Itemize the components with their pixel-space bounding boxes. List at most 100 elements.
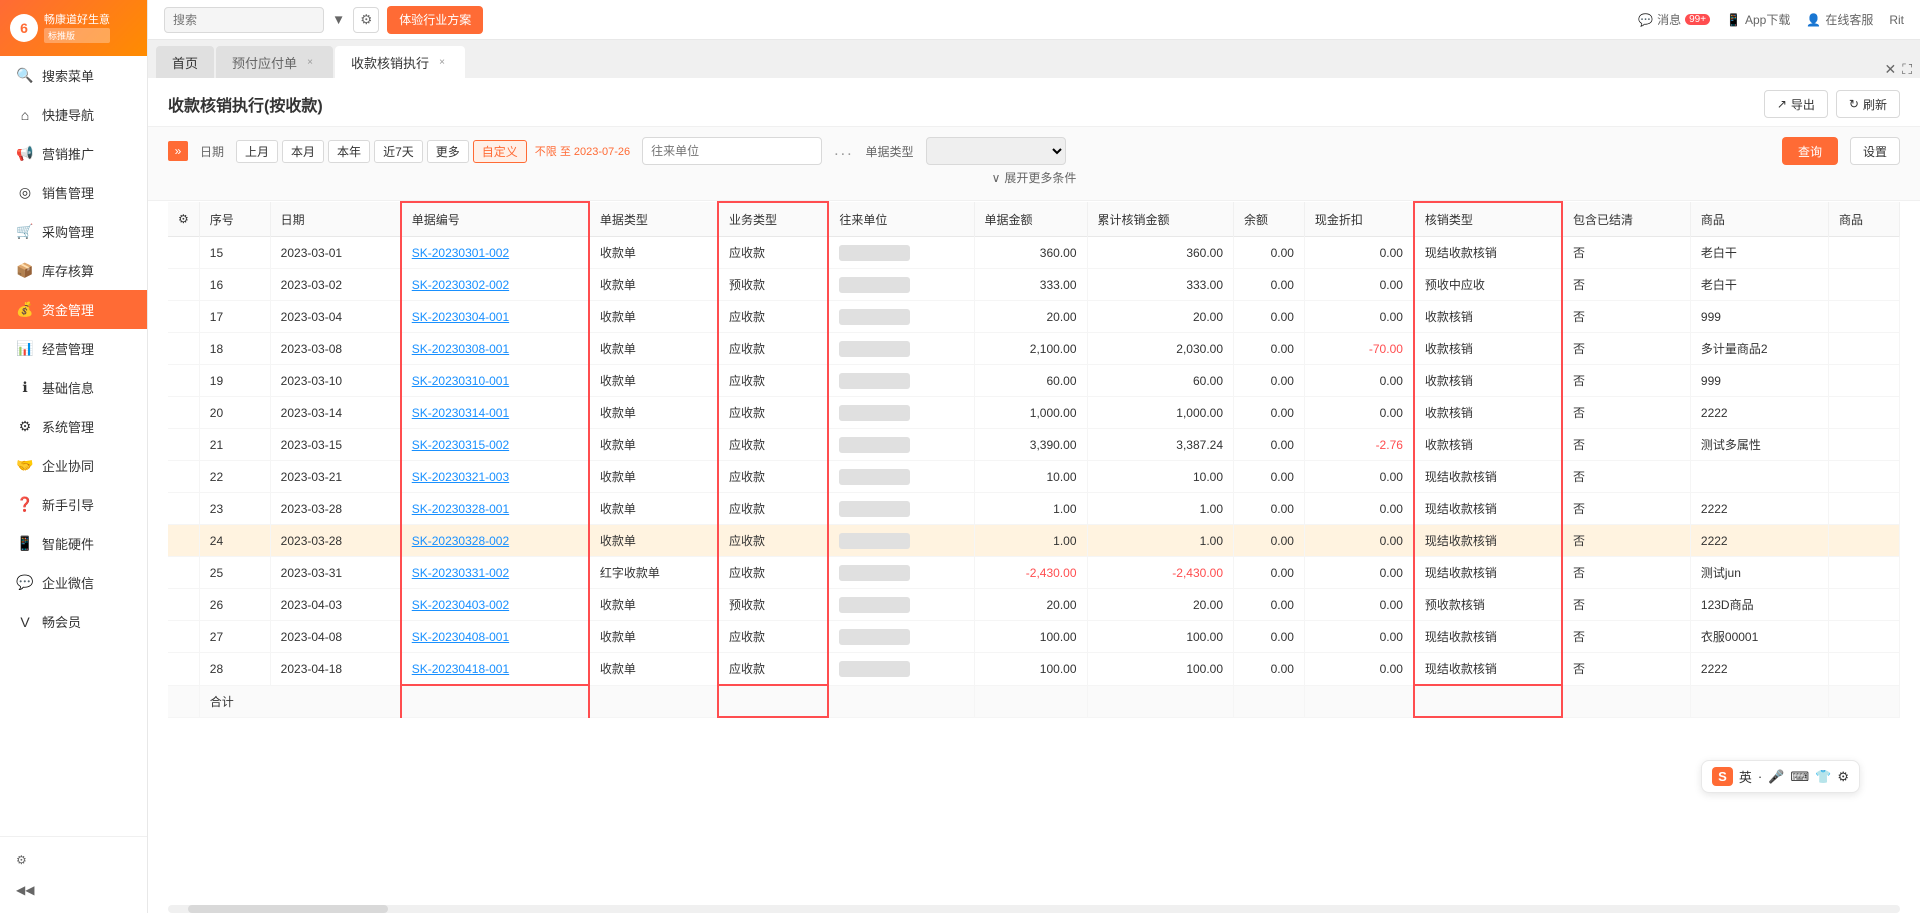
sidebar-item-hardware[interactable]: 📱智能硬件 [0, 524, 147, 563]
sidebar-item-wechat[interactable]: 💬企业微信 [0, 563, 147, 602]
tab-preapply[interactable]: 预付应付单 × [216, 46, 333, 78]
bill-no-link[interactable]: SK-20230308-001 [412, 342, 509, 356]
bill-no-link[interactable]: SK-20230331-002 [412, 566, 509, 580]
cell-balance: 0.00 [1234, 333, 1305, 365]
basics-icon: ℹ [16, 379, 34, 396]
sidebar-item-search[interactable]: 🔍搜索菜单 [0, 56, 147, 95]
footer-amount [974, 685, 1087, 717]
user-info[interactable]: Rit [1889, 13, 1904, 27]
tab-home[interactable]: 首页 [156, 46, 214, 78]
bill-no-link[interactable]: SK-20230403-002 [412, 598, 509, 612]
cell-bill-no: SK-20230331-002 [401, 557, 589, 589]
bill-no-link[interactable]: SK-20230408-001 [412, 630, 509, 644]
unit-filter-more-btn[interactable]: ... [834, 142, 853, 160]
gear-icon: ⚙ [360, 12, 372, 28]
expand-btn[interactable]: ∨ 展开更多条件 [992, 169, 1077, 186]
cell-amount: 3,390.00 [974, 429, 1087, 461]
bill-no-link[interactable]: SK-20230328-002 [412, 534, 509, 548]
sidebar-item-purchase[interactable]: 🛒采购管理 [0, 212, 147, 251]
topbar-gear-btn[interactable]: ⚙ [353, 7, 379, 33]
cell-bill-no: SK-20230315-002 [401, 429, 589, 461]
bill-no-link[interactable]: SK-20230310-001 [412, 374, 509, 388]
sidebar-settings-btn[interactable]: ⚙ [0, 845, 147, 875]
sidebar-item-label: 企业微信 [42, 573, 94, 592]
maximize-btn[interactable]: ⛶ [1902, 61, 1912, 78]
date-btn-7days[interactable]: 近7天 [374, 140, 423, 163]
content-area: 收款核销执行(按收款) ↗ 导出 ↻ 刷新 » 日期 上月 本月 [148, 78, 1920, 913]
bill-no-link[interactable]: SK-20230302-002 [412, 278, 509, 292]
th-gear[interactable]: ⚙ [168, 202, 199, 237]
date-btn-lastmonth[interactable]: 上月 [236, 140, 278, 163]
scrollbar-thumb[interactable] [188, 905, 388, 913]
table-row: 21 2023-03-15 SK-20230315-002 收款单 应收款 ██… [168, 429, 1900, 461]
bill-no-link[interactable]: SK-20230304-001 [412, 310, 509, 324]
query-btn[interactable]: 查询 [1782, 137, 1838, 165]
sidebar-item-inventory[interactable]: 📦库存核算 [0, 251, 147, 290]
sidebar-item-finance[interactable]: 💰资金管理 [0, 290, 147, 329]
sidebar-item-system[interactable]: ⚙系统管理 [0, 407, 147, 446]
bill-no-link[interactable]: SK-20230315-002 [412, 438, 509, 452]
sidebar-collapse-btn[interactable]: ◀◀ [0, 875, 147, 905]
cell-goods2 [1829, 301, 1900, 333]
cell-date: 2023-03-10 [270, 365, 401, 397]
unit-filter-input[interactable] [642, 137, 822, 165]
cell-date: 2023-03-14 [270, 397, 401, 429]
date-btn-thisyear[interactable]: 本年 [328, 140, 370, 163]
th-goods2: 商品 [1829, 202, 1900, 237]
service-icon: 👤 [1806, 13, 1821, 27]
sidebar-item-quicknav[interactable]: ⌂快捷导航 [0, 95, 147, 134]
topbar-dropdown-btn[interactable]: ▼ [332, 7, 345, 33]
sidebar-item-enterprise[interactable]: 🤝企业协同 [0, 446, 147, 485]
topbar-search-input[interactable] [164, 7, 324, 33]
date-btn-more[interactable]: 更多 [427, 140, 469, 163]
bill-no-link[interactable]: SK-20230301-002 [412, 246, 509, 260]
cell-no: 19 [199, 365, 270, 397]
horizontal-scrollbar[interactable] [168, 905, 1900, 913]
sidebar-item-basics[interactable]: ℹ基础信息 [0, 368, 147, 407]
tab-collection-close[interactable]: × [435, 55, 449, 69]
app-download-btn[interactable]: 📱 App下载 [1726, 11, 1790, 28]
tab-collection[interactable]: 收款核销执行 × [335, 46, 465, 78]
date-btn-custom[interactable]: 自定义 [473, 140, 527, 163]
watermark-shirt-icon: 👕 [1815, 769, 1831, 785]
messages-btn[interactable]: 💬 消息 99+ [1638, 11, 1710, 28]
cell-amount: 360.00 [974, 237, 1087, 269]
sidebar-item-operations[interactable]: 📊经营管理 [0, 329, 147, 368]
table-footer-row: 合计 [168, 685, 1900, 717]
export-btn[interactable]: ↗ 导出 [1764, 90, 1828, 118]
filter-settings-btn[interactable]: 设置 [1850, 137, 1900, 165]
cell-goods: 多计量商品2 [1690, 333, 1828, 365]
tab-preapply-close[interactable]: × [303, 55, 317, 69]
sidebar-item-sales[interactable]: ◎销售管理 [0, 173, 147, 212]
refresh-btn[interactable]: ↻ 刷新 [1836, 90, 1900, 118]
filter-toggle-btn[interactable]: » [168, 141, 188, 161]
footer-bill-type [589, 685, 718, 717]
message-icon: 💬 [1638, 13, 1653, 27]
cell-goods [1690, 461, 1828, 493]
cell-goods: 999 [1690, 365, 1828, 397]
cell-biz-type: 应收款 [718, 557, 828, 589]
cell-amount: 20.00 [974, 589, 1087, 621]
bill-no-link[interactable]: SK-20230314-001 [412, 406, 509, 420]
bill-type-select[interactable] [926, 137, 1066, 165]
sidebar-bottom: ⚙ ◀◀ [0, 836, 147, 913]
sidebar-item-guide[interactable]: ❓新手引导 [0, 485, 147, 524]
cell-biz-type: 应收款 [718, 237, 828, 269]
date-btn-thismonth[interactable]: 本月 [282, 140, 324, 163]
industry-btn[interactable]: 体验行业方案 [387, 6, 483, 34]
sidebar-item-member[interactable]: V畅会员 [0, 602, 147, 641]
cell-bill-no: SK-20230302-002 [401, 269, 589, 301]
cell-include-settled: 否 [1562, 269, 1690, 301]
cell-bill-type: 收款单 [589, 269, 718, 301]
cell-no: 18 [199, 333, 270, 365]
bill-no-link[interactable]: SK-20230418-001 [412, 662, 509, 676]
cell-writeoff-type: 现结收款核销 [1414, 493, 1562, 525]
online-service-btn[interactable]: 👤 在线客服 [1806, 11, 1873, 28]
cell-bill-type: 收款单 [589, 429, 718, 461]
bill-no-link[interactable]: SK-20230328-001 [412, 502, 509, 516]
bill-no-link[interactable]: SK-20230321-003 [412, 470, 509, 484]
close-all-tabs-btn[interactable]: ✕ [1884, 61, 1896, 78]
cell-writeoff-type: 现结收款核销 [1414, 557, 1562, 589]
th-bill-type: 单据类型 [589, 202, 718, 237]
sidebar-item-marketing[interactable]: 📢营销推广 [0, 134, 147, 173]
